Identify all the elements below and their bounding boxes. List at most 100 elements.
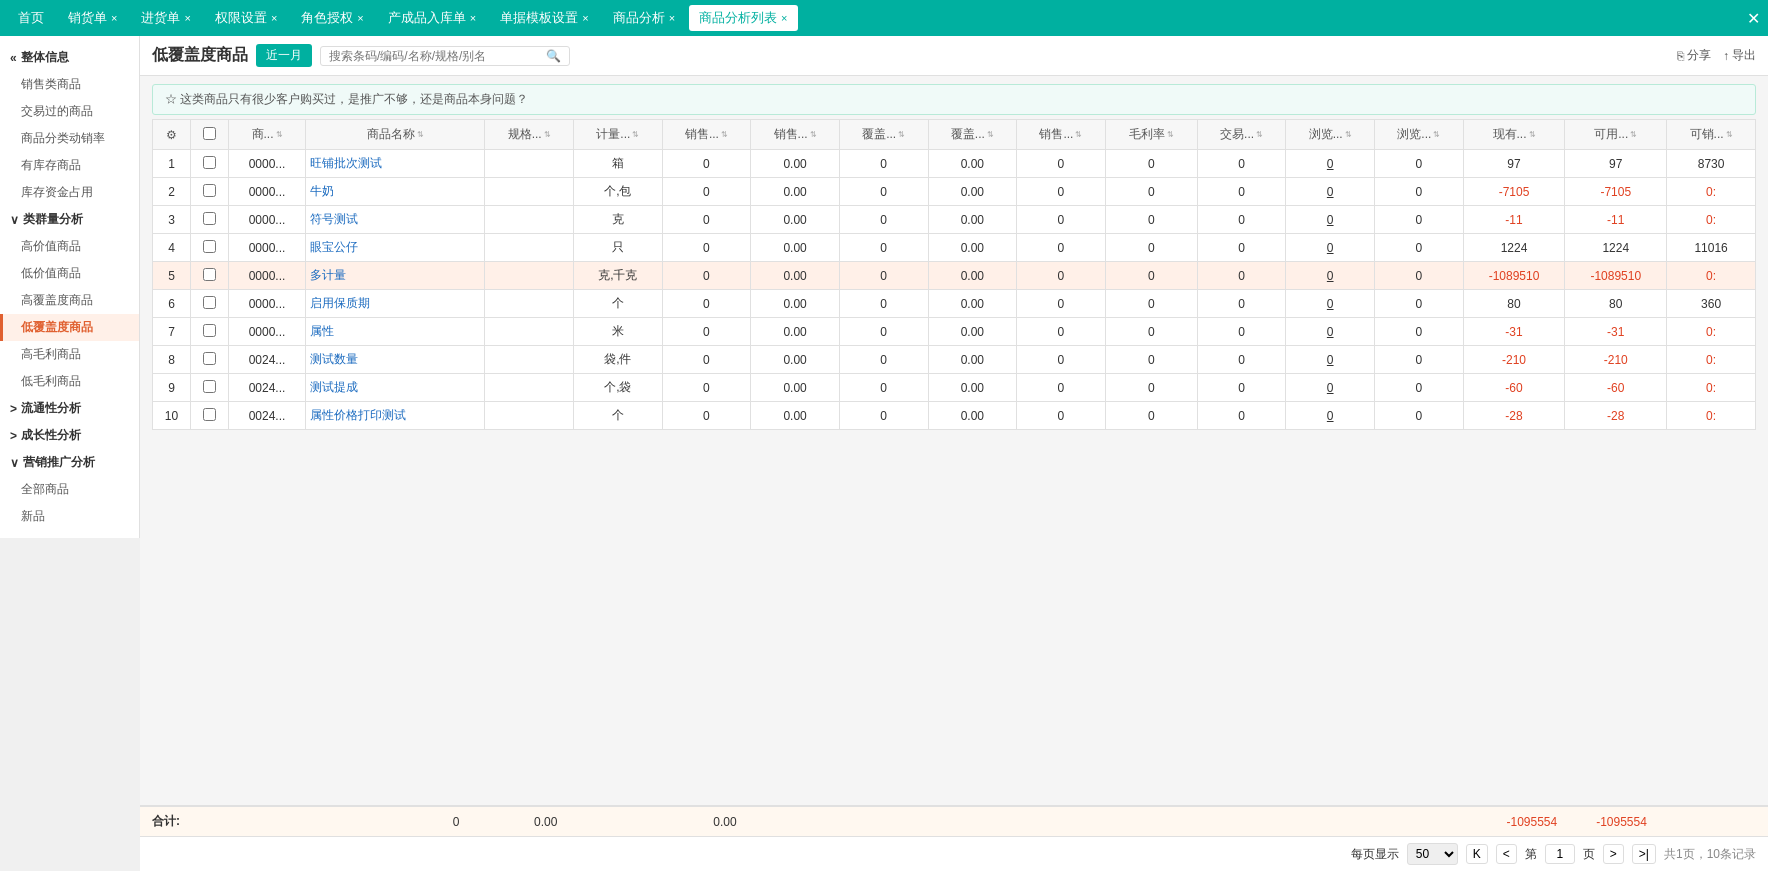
nav-analysis-list-close[interactable]: × — [781, 12, 787, 24]
browse1-link[interactable]: 0 — [1327, 381, 1334, 395]
browse1-link[interactable]: 0 — [1327, 409, 1334, 423]
row-checkbox[interactable] — [203, 352, 216, 365]
page-size-select[interactable]: 50 100 200 — [1407, 843, 1458, 865]
prev-page-button[interactable]: < — [1496, 844, 1517, 864]
browse1-link[interactable]: 0 — [1327, 269, 1334, 283]
sidebar-item-traded-goods[interactable]: 交易过的商品 — [0, 98, 139, 125]
sidebar-item-low-margin[interactable]: 低毛利商品 — [0, 368, 139, 395]
row-checkbox[interactable] — [203, 268, 216, 281]
th-cover2[interactable]: 覆盖...⇅ — [928, 120, 1017, 150]
share-button[interactable]: ⎘ 分享 — [1677, 47, 1711, 64]
cell-check[interactable] — [191, 262, 228, 290]
browse1-link[interactable]: 0 — [1327, 325, 1334, 339]
row-checkbox[interactable] — [203, 212, 216, 225]
th-name[interactable]: 商品名称⇅ — [306, 120, 485, 150]
sidebar-item-high-value[interactable]: 高价值商品 — [0, 233, 139, 260]
sidebar-item-sales-goods[interactable]: 销售类商品 — [0, 71, 139, 98]
sidebar-overall-header[interactable]: « 整体信息 — [0, 44, 139, 71]
nav-role-close[interactable]: × — [357, 12, 363, 24]
nav-analysis-close[interactable]: × — [669, 12, 675, 24]
nav-sales-close[interactable]: × — [111, 12, 117, 24]
browse1-link[interactable]: 0 — [1327, 157, 1334, 171]
cell-name[interactable]: 眼宝公仔 — [306, 234, 485, 262]
sidebar-group-growth[interactable]: > 成长性分析 — [0, 422, 139, 449]
cell-browse1[interactable]: 0 — [1286, 150, 1375, 178]
next-page-button[interactable]: > — [1603, 844, 1624, 864]
nav-template[interactable]: 单据模板设置 × — [490, 5, 598, 31]
settings-icon[interactable]: ⚙ — [166, 128, 177, 142]
browse1-link[interactable]: 0 — [1327, 353, 1334, 367]
sidebar-group-cluster[interactable]: ∨ 类群量分析 — [0, 206, 139, 233]
cell-browse1[interactable]: 0 — [1286, 346, 1375, 374]
sidebar-item-new-goods[interactable]: 新品 — [0, 503, 139, 530]
sidebar-item-low-coverage[interactable]: 低覆盖度商品 — [0, 314, 139, 341]
cell-name[interactable]: 属性价格打印测试 — [306, 402, 485, 430]
row-checkbox[interactable] — [203, 240, 216, 253]
nav-purchase-close[interactable]: × — [184, 12, 190, 24]
browse1-link[interactable]: 0 — [1327, 241, 1334, 255]
sidebar-item-low-value[interactable]: 低价值商品 — [0, 260, 139, 287]
row-checkbox[interactable] — [203, 408, 216, 421]
last-page-button[interactable]: >| — [1632, 844, 1656, 864]
th-code[interactable]: 商...⇅ — [228, 120, 306, 150]
nav-analysis[interactable]: 商品分析 × — [603, 5, 685, 31]
sidebar-item-high-margin[interactable]: 高毛利商品 — [0, 341, 139, 368]
cell-check[interactable] — [191, 206, 228, 234]
nav-template-close[interactable]: × — [582, 12, 588, 24]
cell-check[interactable] — [191, 374, 228, 402]
cell-browse1[interactable]: 0 — [1286, 234, 1375, 262]
cell-check[interactable] — [191, 150, 228, 178]
cell-name[interactable]: 属性 — [306, 318, 485, 346]
browse1-link[interactable]: 0 — [1327, 213, 1334, 227]
select-all-checkbox[interactable] — [203, 127, 216, 140]
th-sales1[interactable]: 销售...⇅ — [662, 120, 751, 150]
search-input[interactable] — [329, 49, 542, 63]
nav-permissions[interactable]: 权限设置 × — [205, 5, 287, 31]
row-checkbox[interactable] — [203, 156, 216, 169]
page-number-input[interactable] — [1545, 844, 1575, 864]
nav-role[interactable]: 角色授权 × — [291, 5, 373, 31]
window-close-button[interactable]: ✕ — [1747, 9, 1760, 28]
th-browse1[interactable]: 浏览...⇅ — [1286, 120, 1375, 150]
nav-product-in[interactable]: 产成品入库单 × — [378, 5, 486, 31]
cell-name[interactable]: 符号测试 — [306, 206, 485, 234]
th-sales2[interactable]: 销售...⇅ — [751, 120, 840, 150]
cell-browse1[interactable]: 0 — [1286, 374, 1375, 402]
sidebar-item-has-stock[interactable]: 有库存商品 — [0, 152, 139, 179]
nav-permissions-close[interactable]: × — [271, 12, 277, 24]
cell-name[interactable]: 启用保质期 — [306, 290, 485, 318]
th-unit[interactable]: 计量...⇅ — [574, 120, 663, 150]
cell-check[interactable] — [191, 234, 228, 262]
cell-check[interactable] — [191, 402, 228, 430]
sidebar-group-marketing[interactable]: ∨ 营销推广分析 — [0, 449, 139, 476]
th-settings[interactable]: ⚙ — [153, 120, 191, 150]
th-spec[interactable]: 规格...⇅ — [485, 120, 574, 150]
cell-check[interactable] — [191, 318, 228, 346]
nav-sales[interactable]: 销货单 × — [58, 5, 127, 31]
th-trade[interactable]: 交易...⇅ — [1197, 120, 1286, 150]
th-browse2[interactable]: 浏览...⇅ — [1375, 120, 1464, 150]
row-checkbox[interactable] — [203, 380, 216, 393]
cell-browse1[interactable]: 0 — [1286, 206, 1375, 234]
th-check[interactable] — [191, 120, 228, 150]
browse1-link[interactable]: 0 — [1327, 297, 1334, 311]
th-sales3[interactable]: 销售...⇅ — [1017, 120, 1106, 150]
cell-name[interactable]: 牛奶 — [306, 178, 485, 206]
row-checkbox[interactable] — [203, 296, 216, 309]
th-sellable[interactable]: 可销...⇅ — [1667, 120, 1756, 150]
cell-browse1[interactable]: 0 — [1286, 262, 1375, 290]
nav-home[interactable]: 首页 — [8, 5, 54, 31]
row-checkbox[interactable] — [203, 184, 216, 197]
cell-name[interactable]: 测试提成 — [306, 374, 485, 402]
th-margin[interactable]: 毛利率⇅ — [1105, 120, 1197, 150]
export-button[interactable]: ↑ 导出 — [1723, 47, 1756, 64]
cell-check[interactable] — [191, 178, 228, 206]
cell-browse1[interactable]: 0 — [1286, 318, 1375, 346]
first-page-button[interactable]: K — [1466, 844, 1488, 864]
th-available[interactable]: 可用...⇅ — [1565, 120, 1667, 150]
sidebar-item-all-goods[interactable]: 全部商品 — [0, 476, 139, 503]
cell-check[interactable] — [191, 290, 228, 318]
nav-product-in-close[interactable]: × — [470, 12, 476, 24]
cell-name[interactable]: 测试数量 — [306, 346, 485, 374]
sidebar-group-circulation[interactable]: > 流通性分析 — [0, 395, 139, 422]
